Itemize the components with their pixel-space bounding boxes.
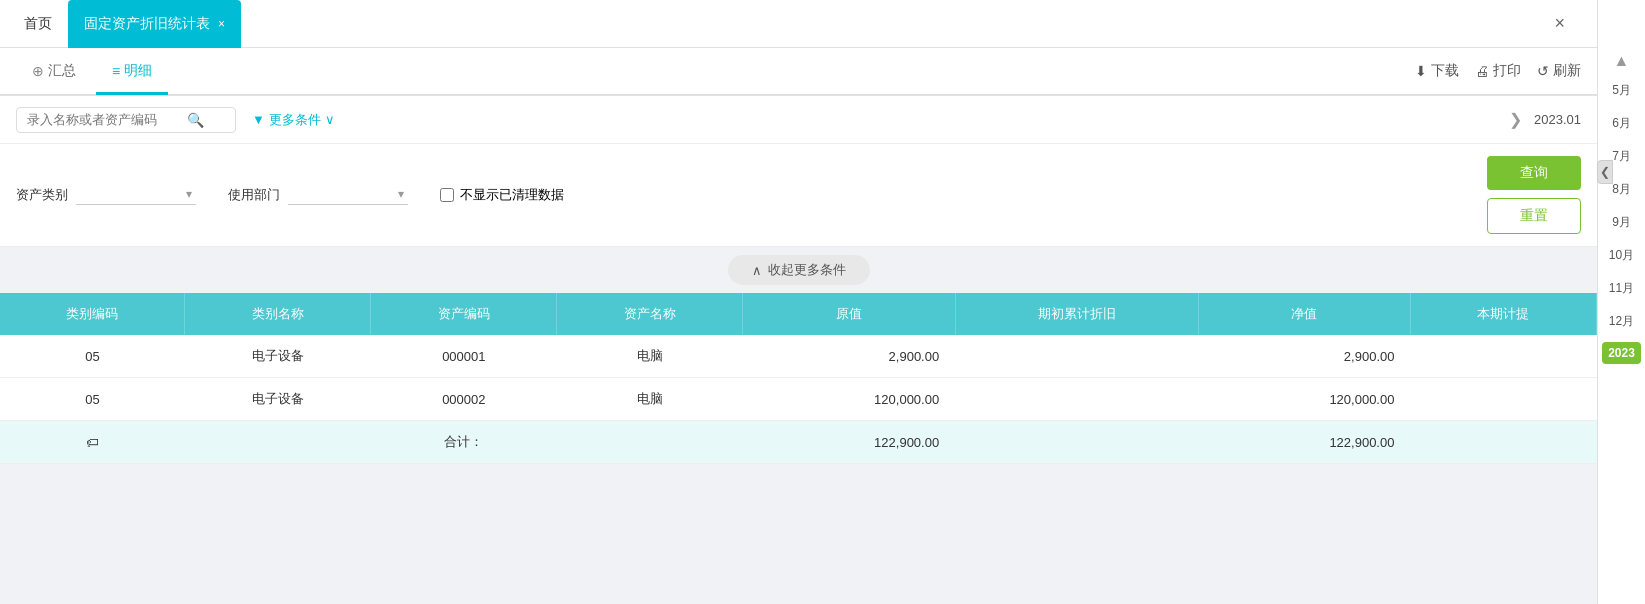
sidebar-month-11[interactable]: 11月 [1598,272,1645,305]
print-icon: 🖨 [1475,63,1489,79]
summary-icon: ⊕ [32,63,44,79]
cell-net-value: 2,900.00 [1198,335,1410,378]
refresh-label: 刷新 [1553,62,1581,80]
data-table-wrap: 类别编码 类别名称 资产编码 资产名称 原值 期初累计折旧 净值 本期计提 05 [0,293,1597,464]
total-accumulated-depreciation [955,421,1198,464]
filter-icon: ▼ [252,112,265,127]
download-button[interactable]: ⬇ 下载 [1415,62,1459,80]
cell-accumulated-depreciation [955,378,1198,421]
refresh-button[interactable]: ↺ 刷新 [1537,62,1581,80]
date-label: 2023.01 [1534,112,1581,127]
cell-original-value: 120,000.00 [743,378,955,421]
chevron-up-icon: ∧ [752,263,762,278]
tab-label: 固定资产折旧统计表 [84,15,210,33]
expand-sidebar-button[interactable]: ❯ [1505,106,1526,133]
tab-detail[interactable]: ≡ 明细 [96,49,168,95]
cell-current-period [1410,335,1596,378]
cell-category-name: 电子设备 [185,378,371,421]
total-icon: 🏷 [0,421,185,464]
refresh-icon: ↺ [1537,63,1549,79]
tab-summary[interactable]: ⊕ 汇总 [16,49,92,95]
sidebar-month-6[interactable]: 6月 [1598,107,1645,140]
active-tab[interactable]: 固定资产折旧统计表 × [68,0,241,48]
col-accumulated-depreciation: 期初累计折旧 [955,293,1198,335]
search-input[interactable] [27,112,187,127]
collapse-label: 收起更多条件 [768,261,846,279]
sidebar-year-badge[interactable]: 2023 [1602,342,1641,364]
download-label: 下载 [1431,62,1459,80]
print-label: 打印 [1493,62,1521,80]
col-current-period: 本期计提 [1410,293,1596,335]
query-button[interactable]: 查询 [1487,156,1581,190]
sidebar-month-5[interactable]: 5月 [1598,74,1645,107]
sidebar-month-10[interactable]: 10月 [1598,239,1645,272]
table-total-row: 🏷 合计： 122,900.00 122,900.00 [0,421,1597,464]
department-select[interactable] [288,185,408,205]
department-filter: 使用部门 [228,185,408,205]
col-asset-name: 资产名称 [557,293,743,335]
print-button[interactable]: 🖨 打印 [1475,62,1521,80]
close-window-button[interactable]: × [1538,13,1581,34]
reset-button[interactable]: 重置 [1487,198,1581,234]
collapse-button[interactable]: ∧ 收起更多条件 [728,255,870,285]
sidebar-month-9[interactable]: 9月 [1598,206,1645,239]
hide-cleaned-label: 不显示已清理数据 [460,186,564,204]
cell-original-value: 2,900.00 [743,335,955,378]
col-category-code: 类别编码 [0,293,185,335]
total-label: 合计： [185,421,743,464]
tab-detail-label: 明细 [124,62,152,80]
more-conditions-label: 更多条件 [269,111,321,129]
sidebar-scroll-up[interactable]: ▲ [1610,48,1634,74]
asset-type-filter: 资产类别 [16,185,196,205]
cell-asset-code: 000001 [371,335,557,378]
detail-icon: ≡ [112,63,120,79]
table-row: 05 电子设备 000002 电脑 120,000.00 120,000.00 [0,378,1597,421]
sidebar-month-12[interactable]: 12月 [1598,305,1645,338]
cell-category-code: 05 [0,335,185,378]
more-conditions-button[interactable]: ▼ 更多条件 ∨ [252,111,335,129]
right-sidebar: ❮ ▲ 5月 6月 7月 8月 9月 10月 11月 12月 2023 [1597,0,1645,604]
total-net-value: 122,900.00 [1198,421,1410,464]
total-original-value: 122,900.00 [743,421,955,464]
asset-type-label: 资产类别 [16,186,68,204]
collapse-bar: ∧ 收起更多条件 [0,247,1597,293]
search-input-wrap[interactable]: 🔍 [16,107,236,133]
filter-buttons: 查询 重置 [1487,156,1581,234]
search-icon: 🔍 [187,112,204,128]
col-asset-code: 资产编码 [371,293,557,335]
cell-asset-name: 电脑 [557,335,743,378]
table-header-row: 类别编码 类别名称 资产编码 资产名称 原值 期初累计折旧 净值 本期计提 [0,293,1597,335]
download-icon: ⬇ [1415,63,1427,79]
cell-accumulated-depreciation [955,335,1198,378]
chevron-down-icon: ∨ [325,112,335,127]
close-tab-icon[interactable]: × [218,17,225,31]
col-net-value: 净值 [1198,293,1410,335]
table-row: 05 电子设备 000001 电脑 2,900.00 2,900.00 [0,335,1597,378]
col-original-value: 原值 [743,293,955,335]
search-bar: 🔍 ▼ 更多条件 ∨ ❯ 2023.01 [0,96,1597,144]
top-nav: 首页 固定资产折旧统计表 × × [0,0,1597,48]
cell-asset-code: 000002 [371,378,557,421]
asset-type-select[interactable] [76,185,196,205]
hide-cleaned-checkbox[interactable] [440,188,454,202]
sidebar-expand-button[interactable]: ❮ [1597,160,1613,184]
cell-current-period [1410,378,1596,421]
cell-asset-name: 电脑 [557,378,743,421]
department-label: 使用部门 [228,186,280,204]
total-current-period [1410,421,1596,464]
filter-area: 资产类别 使用部门 不显示已清理数据 [0,144,1597,247]
cell-category-name: 电子设备 [185,335,371,378]
hide-cleaned-group: 不显示已清理数据 [440,186,564,204]
nav-home[interactable]: 首页 [16,15,60,33]
col-category-name: 类别名称 [185,293,371,335]
sub-tab-bar: ⊕ 汇总 ≡ 明细 ⬇ 下载 🖨 打印 ↺ 刷 [0,48,1597,96]
cell-net-value: 120,000.00 [1198,378,1410,421]
tab-summary-label: 汇总 [48,62,76,80]
cell-category-code: 05 [0,378,185,421]
data-table: 类别编码 类别名称 资产编码 资产名称 原值 期初累计折旧 净值 本期计提 05 [0,293,1597,464]
